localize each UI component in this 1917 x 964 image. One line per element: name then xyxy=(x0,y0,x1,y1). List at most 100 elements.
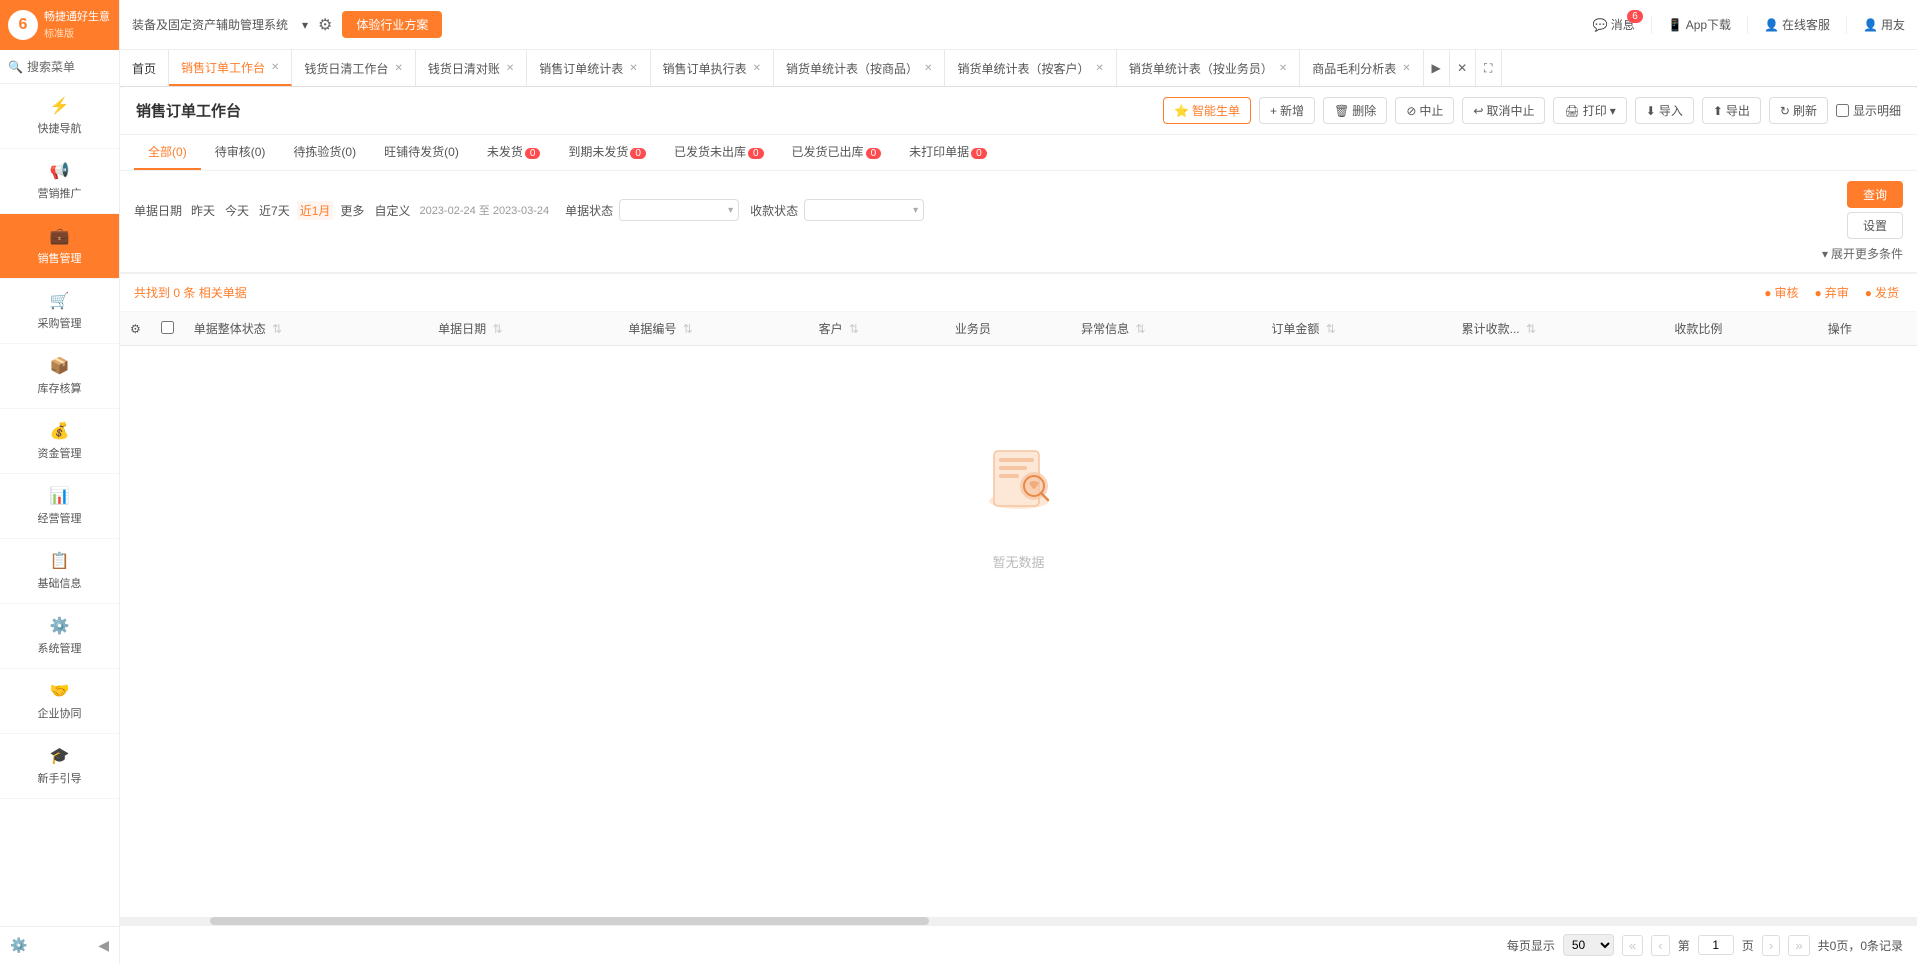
tab-cash-reconcile[interactable]: 钱货日清对账 ✕ xyxy=(416,50,527,86)
app-download-btn[interactable]: 📱 App下载 xyxy=(1668,16,1731,33)
shortcut-1month[interactable]: 近1月 xyxy=(297,201,334,220)
subtab-all[interactable]: 全部(0) xyxy=(134,135,201,170)
subtab-shipped-out[interactable]: 已发货已出库0 xyxy=(778,135,896,170)
tab-sales-summary-product[interactable]: 销货单统计表（按商品） ✕ xyxy=(774,50,945,86)
tab-sales-stats[interactable]: 销售订单统计表 ✕ xyxy=(527,50,650,86)
scrollbar-thumb[interactable] xyxy=(210,917,929,925)
subtab-wangpu[interactable]: 旺铺待发货(0) xyxy=(370,135,473,170)
sidebar-item-system[interactable]: ⚙️ 系统管理 xyxy=(0,604,119,669)
gear-icon[interactable]: ⚙ xyxy=(318,15,332,35)
show-detail-label[interactable]: 显示明细 xyxy=(1836,102,1901,119)
settings-bottom-icon[interactable]: ⚙️ xyxy=(10,937,27,954)
subtab-pending-check[interactable]: 待拣验货(0) xyxy=(279,135,370,170)
ship-btn[interactable]: ● 发货 xyxy=(1861,282,1903,303)
sort-date-icon[interactable]: ⇅ xyxy=(492,322,502,336)
last-page-btn[interactable]: » xyxy=(1788,935,1809,956)
not-shipped-badge: 0 xyxy=(525,148,541,159)
stop-btn[interactable]: ⊘ 中止 xyxy=(1395,97,1454,124)
tab-scroll-right[interactable]: ▶ xyxy=(1424,50,1450,86)
print-btn[interactable]: 🖨 打印 ▾ xyxy=(1553,97,1626,124)
tab-close-sales-summary-product[interactable]: ✕ xyxy=(924,63,932,74)
tab-close-sales-summary-customer[interactable]: ✕ xyxy=(1095,63,1103,74)
review-btn[interactable]: ● 审核 xyxy=(1760,282,1802,303)
status-select[interactable] xyxy=(619,199,739,221)
tab-gross-margin[interactable]: 商品毛利分析表 ✕ xyxy=(1300,50,1423,86)
sort-number-icon[interactable]: ⇅ xyxy=(683,322,693,336)
tab-close-cash-reconcile[interactable]: ✕ xyxy=(506,63,514,74)
tab-close-sales-exec[interactable]: ✕ xyxy=(753,63,761,74)
subtab-not-shipped[interactable]: 未发货0 xyxy=(473,135,555,170)
sidebar-item-newbie[interactable]: 🎓 新手引导 xyxy=(0,734,119,799)
shortcut-today[interactable]: 今天 xyxy=(222,201,252,220)
query-btn[interactable]: 查询 xyxy=(1847,181,1903,208)
tab-maximize[interactable]: ⛶ xyxy=(1476,50,1502,86)
sidebar-item-finance[interactable]: 💰 资金管理 xyxy=(0,409,119,474)
sidebar-item-operations[interactable]: 📊 经营管理 xyxy=(0,474,119,539)
page-size-select[interactable]: 50 10 20 100 xyxy=(1563,934,1614,956)
page-input[interactable] xyxy=(1698,935,1734,955)
sidebar-item-basic[interactable]: 📋 基础信息 xyxy=(0,539,119,604)
table-scroll[interactable]: ⚙ 单据整体状态 ⇅ 单据日期 ⇅ 单据编号 xyxy=(120,312,1917,917)
user-btn[interactable]: 👤 用友 xyxy=(1863,16,1905,33)
next-page-btn[interactable]: › xyxy=(1762,935,1780,956)
tab-close-cash-daily[interactable]: ✕ xyxy=(394,63,402,74)
tab-sales-exec[interactable]: 销售订单执行表 ✕ xyxy=(651,50,774,86)
online-service-btn[interactable]: 👤 在线客服 xyxy=(1764,16,1830,33)
sidebar-item-sales[interactable]: 💼 销售管理 xyxy=(0,214,119,279)
message-btn[interactable]: 💬 消息 6 xyxy=(1593,16,1635,33)
sidebar-search-item[interactable]: 🔍 搜索菜单 xyxy=(0,50,119,84)
prev-page-btn[interactable]: ‹ xyxy=(1651,935,1669,956)
subtab-overdue-not-shipped[interactable]: 到期未发货0 xyxy=(554,135,660,170)
col-checkbox[interactable] xyxy=(151,312,184,346)
shortcut-7days[interactable]: 近7天 xyxy=(256,201,293,220)
tab-close-gross-margin[interactable]: ✕ xyxy=(1402,63,1410,74)
tab-close-sales-workbench[interactable]: ✕ xyxy=(271,62,279,73)
sidebar-logo: 6 畅捷通好生意 标准版 xyxy=(0,0,119,50)
add-btn[interactable]: + 新增 xyxy=(1259,97,1315,124)
horizontal-scrollbar[interactable] xyxy=(120,917,1917,925)
tab-home[interactable]: 首页 xyxy=(120,50,169,86)
sidebar-item-enterprise[interactable]: 🤝 企业协同 xyxy=(0,669,119,734)
sidebar-item-inventory[interactable]: 📦 库存核算 xyxy=(0,344,119,409)
export-btn[interactable]: ⬆ 导出 xyxy=(1702,97,1761,124)
sidebar-item-marketing[interactable]: 📢 营销推广 xyxy=(0,149,119,214)
expand-btn[interactable]: ▾ 展开更多条件 xyxy=(1822,245,1903,262)
sort-amount-icon[interactable]: ⇅ xyxy=(1326,322,1336,336)
tab-sales-summary-staff[interactable]: 销货单统计表（按业务员） ✕ xyxy=(1117,50,1300,86)
subtab-shipped-not-in[interactable]: 已发货未出库0 xyxy=(660,135,778,170)
payment-select[interactable] xyxy=(804,199,924,221)
subtab-pending-review[interactable]: 待审核(0) xyxy=(201,135,280,170)
tab-sales-summary-customer[interactable]: 销货单统计表（按客户） ✕ xyxy=(945,50,1116,86)
sort-customer-icon[interactable]: ⇅ xyxy=(849,322,859,336)
sort-exception-icon[interactable]: ⇅ xyxy=(1135,322,1145,336)
sidebar-item-quick[interactable]: ⚡ 快捷导航 xyxy=(0,84,119,149)
tab-cash-daily[interactable]: 钱货日清工作台 ✕ xyxy=(292,50,415,86)
shortcut-custom[interactable]: 自定义 xyxy=(371,201,413,220)
col-exception: 异常信息 ⇅ xyxy=(1071,312,1261,346)
select-all-checkbox[interactable] xyxy=(161,321,174,334)
smart-generate-btn[interactable]: ⭐ 智能生单 xyxy=(1163,97,1251,124)
status-select-wrap xyxy=(619,199,739,221)
collapse-icon[interactable]: ◀ xyxy=(98,937,109,954)
tab-close-sales-summary-staff[interactable]: ✕ xyxy=(1279,63,1287,74)
import-btn[interactable]: ⬇ 导入 xyxy=(1635,97,1694,124)
first-page-btn[interactable]: « xyxy=(1622,935,1643,956)
shortcut-more[interactable]: 更多 xyxy=(337,201,367,220)
tab-sales-workbench[interactable]: 销售订单工作台 ✕ xyxy=(169,50,292,86)
show-detail-checkbox[interactable] xyxy=(1836,104,1849,117)
tab-close-sales-stats[interactable]: ✕ xyxy=(629,63,637,74)
refresh-btn[interactable]: ↻ 刷新 xyxy=(1769,97,1828,124)
sidebar-item-purchase[interactable]: 🛒 采购管理 xyxy=(0,279,119,344)
dropdown-icon[interactable]: ▾ xyxy=(302,18,308,32)
sort-received-icon[interactable]: ⇅ xyxy=(1526,322,1536,336)
experience-btn[interactable]: 体验行业方案 xyxy=(342,11,442,38)
tab-close-all[interactable]: ✕ xyxy=(1450,50,1476,86)
revoke-btn[interactable]: ● 弃审 xyxy=(1810,282,1852,303)
shortcut-yesterday[interactable]: 昨天 xyxy=(188,201,218,220)
sort-status-icon[interactable]: ⇅ xyxy=(272,322,282,336)
set-btn[interactable]: 设置 xyxy=(1847,212,1903,239)
delete-btn[interactable]: 🗑 删除 xyxy=(1323,97,1387,124)
cancel-stop-btn[interactable]: ↩ 取消中止 xyxy=(1462,97,1545,124)
col-settings[interactable]: ⚙ xyxy=(120,312,151,346)
subtab-not-printed[interactable]: 未打印单据0 xyxy=(895,135,1001,170)
